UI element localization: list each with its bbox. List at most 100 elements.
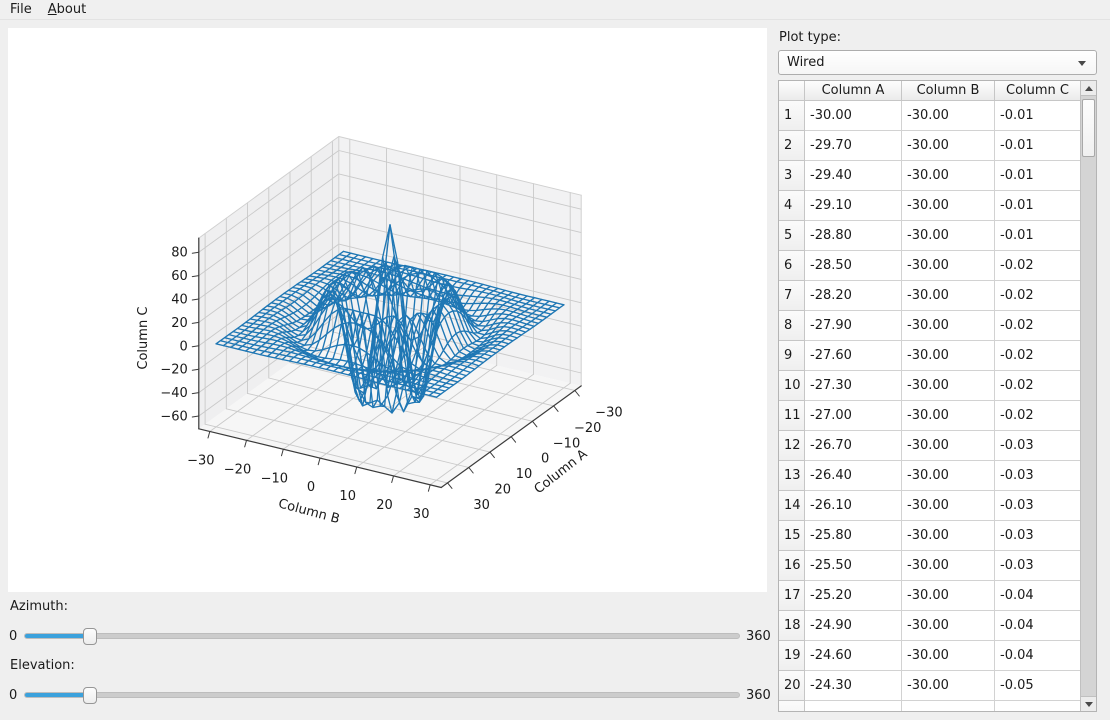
table-cell[interactable]: -30.00 <box>902 401 995 431</box>
table-cell[interactable]: -30.00 <box>902 131 995 161</box>
table-cell[interactable]: -0.03 <box>995 521 1081 551</box>
row-number[interactable]: 6 <box>779 251 805 281</box>
table-cell[interactable]: -30.00 <box>805 101 902 131</box>
row-number[interactable]: 4 <box>779 191 805 221</box>
table-cell[interactable]: -0.01 <box>995 221 1081 251</box>
column-header[interactable]: Column B <box>902 81 995 101</box>
table-cell[interactable]: -30.00 <box>902 581 995 611</box>
table-cell[interactable]: -25.20 <box>805 581 902 611</box>
table-cell[interactable]: -24.30 <box>805 671 902 701</box>
table-cell[interactable]: -0.02 <box>995 281 1081 311</box>
table-cell[interactable]: -0.05 <box>995 671 1081 701</box>
table-cell[interactable]: -30.00 <box>902 611 995 641</box>
row-number[interactable]: 1 <box>779 101 805 131</box>
table-cell[interactable]: -27.30 <box>805 371 902 401</box>
table-cell[interactable]: -26.10 <box>805 491 902 521</box>
table-cell[interactable]: -30.00 <box>902 161 995 191</box>
table-cell[interactable] <box>995 701 1081 712</box>
table-cell[interactable]: -28.50 <box>805 251 902 281</box>
table-cell[interactable]: -30.00 <box>902 431 995 461</box>
table-cell[interactable]: -30.00 <box>902 221 995 251</box>
table-cell[interactable]: -0.03 <box>995 491 1081 521</box>
row-number[interactable]: 9 <box>779 341 805 371</box>
azimuth-slider[interactable] <box>24 633 740 639</box>
table-cell[interactable]: -30.00 <box>902 281 995 311</box>
row-number[interactable]: 12 <box>779 431 805 461</box>
table-cell[interactable]: -28.80 <box>805 221 902 251</box>
row-number[interactable]: 11 <box>779 401 805 431</box>
table-corner-cell[interactable] <box>779 81 805 101</box>
table-cell[interactable]: -30.00 <box>902 191 995 221</box>
row-number[interactable]: 5 <box>779 221 805 251</box>
table-cell[interactable]: -24.90 <box>805 611 902 641</box>
table-scrollbar[interactable] <box>1080 81 1096 711</box>
table-cell[interactable]: -30.00 <box>902 491 995 521</box>
table-cell[interactable]: -27.60 <box>805 341 902 371</box>
table-cell[interactable]: -30.00 <box>902 311 995 341</box>
table-cell[interactable]: -30.00 <box>902 551 995 581</box>
table-cell[interactable]: -0.03 <box>995 551 1081 581</box>
row-number[interactable]: 20 <box>779 671 805 701</box>
row-number[interactable]: 19 <box>779 641 805 671</box>
azimuth-slider-thumb[interactable] <box>83 628 97 645</box>
svg-text:10: 10 <box>516 467 533 482</box>
table-cell[interactable]: -0.02 <box>995 311 1081 341</box>
table-cell[interactable]: -30.00 <box>902 641 995 671</box>
table-cell[interactable]: -0.04 <box>995 611 1081 641</box>
column-header[interactable]: Column C <box>995 81 1081 101</box>
table-cell[interactable]: -0.03 <box>995 431 1081 461</box>
table-cell[interactable]: -25.80 <box>805 521 902 551</box>
row-number[interactable]: 17 <box>779 581 805 611</box>
row-number[interactable]: 2 <box>779 131 805 161</box>
table-cell[interactable]: -0.01 <box>995 191 1081 221</box>
row-number[interactable]: 3 <box>779 161 805 191</box>
table-cell[interactable]: -0.03 <box>995 461 1081 491</box>
table-cell[interactable]: -26.70 <box>805 431 902 461</box>
table-cell[interactable]: -0.02 <box>995 371 1081 401</box>
table-cell[interactable]: -0.04 <box>995 641 1081 671</box>
elevation-slider[interactable] <box>24 692 740 698</box>
row-number[interactable]: 13 <box>779 461 805 491</box>
table-cell[interactable]: -0.01 <box>995 131 1081 161</box>
scroll-up-button[interactable] <box>1081 81 1096 96</box>
table-cell[interactable]: -27.90 <box>805 311 902 341</box>
table-cell[interactable] <box>805 701 902 712</box>
row-number[interactable]: 15 <box>779 521 805 551</box>
table-cell[interactable]: -0.02 <box>995 251 1081 281</box>
table-cell[interactable]: -0.04 <box>995 581 1081 611</box>
scrollbar-thumb[interactable] <box>1082 99 1095 157</box>
table-cell[interactable]: -30.00 <box>902 251 995 281</box>
table-cell[interactable]: -30.00 <box>902 461 995 491</box>
row-number[interactable]: 8 <box>779 311 805 341</box>
row-number[interactable]: 14 <box>779 491 805 521</box>
table-cell[interactable]: -28.20 <box>805 281 902 311</box>
table-cell[interactable]: -0.01 <box>995 161 1081 191</box>
plot-type-combobox[interactable]: Wired <box>778 50 1097 75</box>
table-cell[interactable]: -29.70 <box>805 131 902 161</box>
table-cell[interactable]: -30.00 <box>902 341 995 371</box>
table-cell[interactable]: -30.00 <box>902 101 995 131</box>
row-number[interactable]: 16 <box>779 551 805 581</box>
column-header[interactable]: Column A <box>805 81 902 101</box>
row-number[interactable]: 18 <box>779 611 805 641</box>
table-cell[interactable]: -27.00 <box>805 401 902 431</box>
table-cell[interactable]: -30.00 <box>902 521 995 551</box>
table-cell[interactable]: -26.40 <box>805 461 902 491</box>
elevation-slider-thumb[interactable] <box>83 687 97 704</box>
table-cell[interactable]: -25.50 <box>805 551 902 581</box>
row-number[interactable] <box>779 701 805 712</box>
table-cell[interactable]: -0.02 <box>995 341 1081 371</box>
table-cell[interactable]: -0.02 <box>995 401 1081 431</box>
scroll-down-button[interactable] <box>1081 696 1096 711</box>
row-number[interactable]: 10 <box>779 371 805 401</box>
row-number[interactable]: 7 <box>779 281 805 311</box>
table-cell[interactable] <box>902 701 995 712</box>
table-cell[interactable]: -24.60 <box>805 641 902 671</box>
table-cell[interactable]: -29.40 <box>805 161 902 191</box>
table-cell[interactable]: -30.00 <box>902 671 995 701</box>
table-cell[interactable]: -29.10 <box>805 191 902 221</box>
menu-about[interactable]: About <box>40 1 94 18</box>
table-cell[interactable]: -0.01 <box>995 101 1081 131</box>
table-cell[interactable]: -30.00 <box>902 371 995 401</box>
menu-file[interactable]: File <box>2 1 40 18</box>
